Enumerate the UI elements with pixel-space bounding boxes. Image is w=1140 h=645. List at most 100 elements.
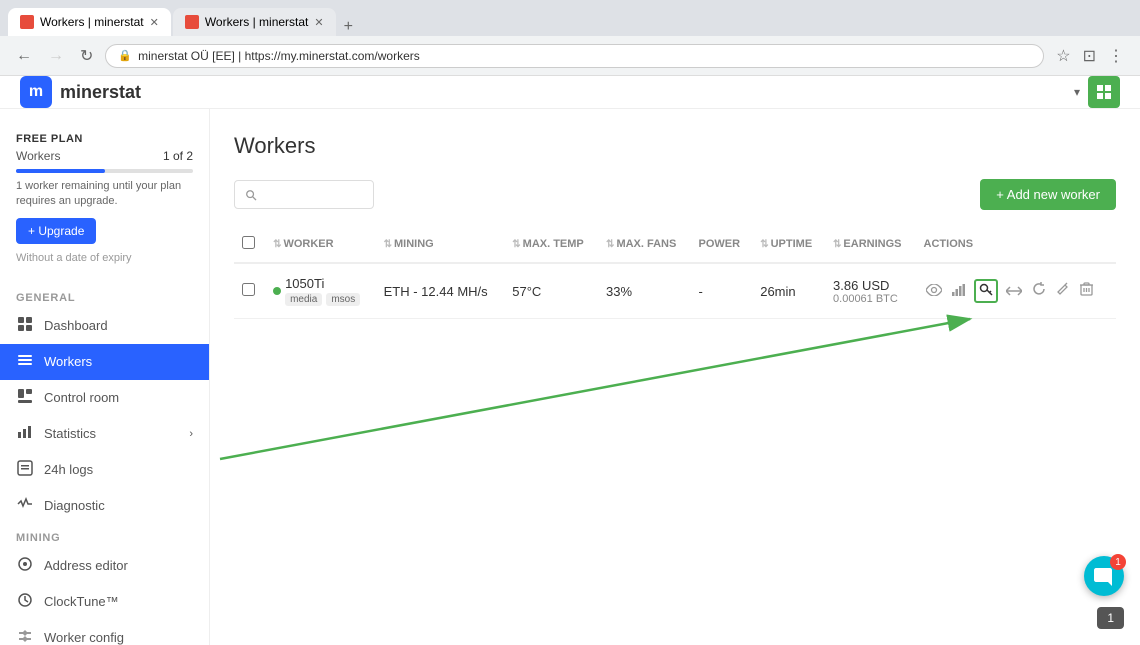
row-checkbox-cell bbox=[234, 263, 265, 319]
temp-sort-icon[interactable]: ⇅ bbox=[512, 239, 520, 250]
sidebar-item-control-room[interactable]: Control room bbox=[0, 380, 209, 416]
menu-button[interactable]: ⋮ bbox=[1104, 42, 1128, 70]
lock-icon: 🔒 bbox=[118, 49, 132, 62]
sidebar-mining-section: MINING bbox=[0, 524, 209, 548]
tab-label-1: Workers | minerstat bbox=[40, 15, 144, 29]
tab-close-1[interactable]: ✕ bbox=[150, 16, 159, 29]
plan-title: FREE PLAN bbox=[16, 133, 193, 145]
address-bar[interactable]: 🔒 minerstat OÜ [EE] | https://my.minerst… bbox=[105, 44, 1044, 68]
col-earnings: ⇅EARNINGS bbox=[825, 226, 916, 263]
nav-actions: ☆ ⊡ ⋮ bbox=[1052, 42, 1128, 70]
browser-chrome: Workers | minerstat ✕ Workers | minersta… bbox=[0, 0, 1140, 36]
sidebar-item-workers[interactable]: Workers bbox=[0, 344, 209, 380]
chat-bubble[interactable]: 1 bbox=[1084, 556, 1124, 596]
tab-close-2[interactable]: ✕ bbox=[314, 16, 323, 29]
sidebar-item-dashboard[interactable]: Dashboard bbox=[0, 308, 209, 344]
tab-label-2: Workers | minerstat bbox=[205, 15, 309, 29]
statistics-arrow: › bbox=[189, 428, 193, 440]
plan-progress-bar-fill bbox=[16, 169, 105, 173]
plan-workers-label: Workers bbox=[16, 149, 60, 163]
address-text: minerstat OÜ [EE] | https://my.minerstat… bbox=[138, 49, 420, 63]
plan-workers-count: 1 of 2 bbox=[163, 149, 193, 163]
col-max-fans: ⇅MAX. FANS bbox=[598, 226, 690, 263]
sidebar-item-clocktune[interactable]: ClockTune™ bbox=[0, 584, 209, 620]
uptime-sort-icon[interactable]: ⇅ bbox=[760, 239, 768, 250]
logo-box: m minerstat bbox=[20, 76, 141, 108]
worker-cell: 1050Ti media msos bbox=[265, 263, 376, 319]
sidebar-item-dashboard-label: Dashboard bbox=[44, 318, 108, 333]
add-worker-button[interactable]: + Add new worker bbox=[980, 179, 1116, 210]
control-room-icon bbox=[16, 388, 34, 408]
sidebar-item-workers-label: Workers bbox=[44, 354, 92, 369]
forward-button[interactable]: → bbox=[44, 43, 68, 69]
back-button[interactable]: ← bbox=[12, 43, 36, 69]
statistics-icon bbox=[16, 424, 34, 444]
expiry-note: Without a date of expiry bbox=[16, 252, 193, 264]
fans-sort-icon[interactable]: ⇅ bbox=[606, 239, 614, 250]
earnings-usd: 3.86 USD bbox=[833, 278, 908, 293]
workers-table: ⇅WORKER ⇅MINING ⇅MAX. TEMP ⇅MAX. FANS PO… bbox=[234, 226, 1116, 319]
key-action[interactable] bbox=[974, 279, 998, 303]
col-max-temp: ⇅MAX. TEMP bbox=[504, 226, 598, 263]
sidebar-item-worker-config[interactable]: Worker config bbox=[0, 620, 209, 645]
tab-favicon-1 bbox=[20, 15, 34, 29]
add-worker-label: + Add new worker bbox=[996, 187, 1100, 202]
signal-action[interactable] bbox=[950, 281, 968, 302]
app-body: FREE PLAN Workers 1 of 2 1 worker remain… bbox=[0, 109, 1140, 645]
sidebar-item-address-editor-label: Address editor bbox=[44, 558, 128, 573]
edit-action[interactable] bbox=[1054, 280, 1072, 302]
view-action[interactable] bbox=[924, 281, 944, 302]
plan-row: Workers 1 of 2 bbox=[16, 149, 193, 163]
pagination-number: 1 bbox=[1107, 611, 1114, 625]
plan-box: FREE PLAN Workers 1 of 2 1 worker remain… bbox=[0, 121, 209, 276]
col-uptime: ⇅UPTIME bbox=[752, 226, 825, 263]
online-status-dot bbox=[273, 287, 281, 295]
reload-button[interactable]: ↻ bbox=[76, 42, 97, 70]
sidebar-item-statistics[interactable]: Statistics › bbox=[0, 416, 209, 452]
refresh-action[interactable] bbox=[1030, 280, 1048, 302]
worker-config-icon bbox=[16, 628, 34, 645]
sidebar-item-statistics-label: Statistics bbox=[44, 426, 96, 441]
col-power: POWER bbox=[691, 226, 753, 263]
select-all-checkbox[interactable] bbox=[242, 236, 255, 249]
header-dropdown[interactable]: ▾ bbox=[1074, 85, 1080, 99]
worker-sort-icon[interactable]: ⇅ bbox=[273, 239, 281, 250]
toolbar: + Add new worker bbox=[234, 179, 1116, 210]
plan-note: 1 worker remaining until your plan requi… bbox=[16, 179, 193, 210]
workers-icon bbox=[16, 352, 34, 372]
arrows-action[interactable] bbox=[1004, 281, 1024, 302]
diagnostic-icon bbox=[16, 496, 34, 516]
action-icons bbox=[924, 279, 1108, 303]
search-input[interactable] bbox=[263, 187, 363, 202]
app-header: m minerstat ▾ bbox=[0, 76, 1140, 109]
browser-tab-2[interactable]: Workers | minerstat ✕ bbox=[173, 8, 336, 36]
browser-tabs: Workers | minerstat ✕ Workers | minersta… bbox=[8, 0, 359, 36]
chat-icon bbox=[1094, 566, 1114, 586]
sidebar-item-logs[interactable]: 24h logs bbox=[0, 452, 209, 488]
browser-tab-1[interactable]: Workers | minerstat ✕ bbox=[8, 8, 171, 36]
new-tab-button[interactable]: + bbox=[338, 18, 359, 36]
uptime-value: 26min bbox=[760, 284, 795, 299]
search-box[interactable] bbox=[234, 180, 374, 209]
sidebar: FREE PLAN Workers 1 of 2 1 worker remain… bbox=[0, 109, 210, 645]
extensions-button[interactable]: ⊡ bbox=[1079, 42, 1100, 70]
plan-progress-bar-bg bbox=[16, 169, 193, 173]
annotation-arrow-svg bbox=[210, 309, 1140, 469]
sidebar-item-address-editor[interactable]: Address editor bbox=[0, 548, 209, 584]
bookmark-button[interactable]: ☆ bbox=[1052, 42, 1074, 70]
main-content: Workers + Add new worker ⇅WO bbox=[210, 109, 1140, 645]
sidebar-item-diagnostic[interactable]: Diagnostic bbox=[0, 488, 209, 524]
clocktune-icon bbox=[16, 592, 34, 612]
temp-value: 57°C bbox=[512, 284, 541, 299]
mining-value: ETH - 12.44 MH/s bbox=[384, 284, 488, 299]
delete-action[interactable] bbox=[1078, 280, 1095, 302]
upgrade-button[interactable]: + Upgrade bbox=[16, 218, 96, 244]
row-checkbox[interactable] bbox=[242, 283, 255, 296]
earnings-btc: 0.00061 BTC bbox=[833, 293, 908, 305]
logo-icon: m bbox=[20, 76, 52, 108]
earnings-sort-icon[interactable]: ⇅ bbox=[833, 239, 841, 250]
logs-icon bbox=[16, 460, 34, 480]
header-grid-button[interactable] bbox=[1088, 76, 1120, 108]
mining-cell: ETH - 12.44 MH/s bbox=[376, 263, 505, 319]
mining-sort-icon[interactable]: ⇅ bbox=[384, 239, 392, 250]
